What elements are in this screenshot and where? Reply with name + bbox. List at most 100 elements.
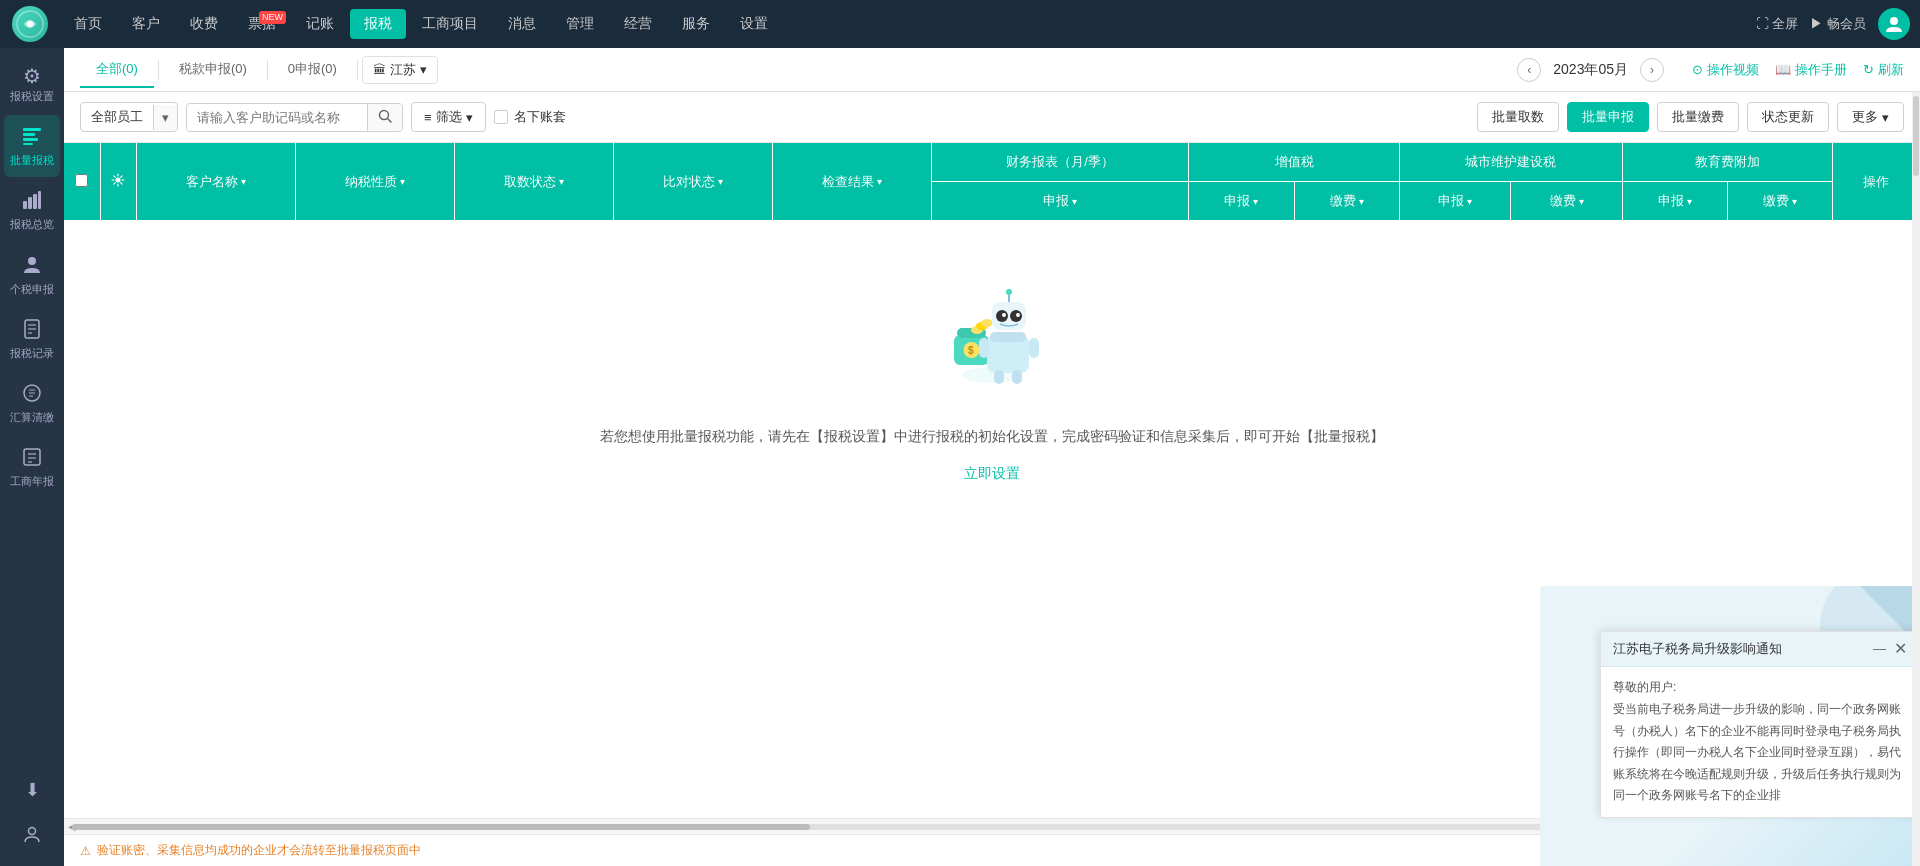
th-city-pay-filter[interactable]: 缴费 ▾ — [1550, 192, 1584, 210]
svg-rect-43 — [1029, 338, 1039, 358]
notification-content: 受当前电子税务局进一步升级的影响，同一个政务网账号（办税人）名下的企业不能再同时… — [1613, 699, 1907, 807]
th-fetch-status-filter[interactable]: 取数状态 ▾ — [504, 173, 564, 191]
tab-divider-2 — [267, 60, 268, 80]
nav-manage[interactable]: 管理 — [552, 9, 608, 39]
empty-state: $ — [64, 220, 1920, 543]
sidebar-item-annual-settlement[interactable]: 汇算清缴 — [4, 372, 60, 434]
status-update-button[interactable]: 状态更新 — [1747, 102, 1829, 132]
svg-rect-17 — [24, 449, 40, 465]
notification-salutation: 尊敬的用户: — [1613, 677, 1907, 699]
name-accounts-checkbox-label[interactable]: 名下账套 — [494, 108, 566, 126]
sidebar-item-annual-report[interactable]: 工商年报 — [4, 436, 60, 498]
th-edu-pay-filter[interactable]: 缴费 ▾ — [1763, 192, 1797, 210]
filter-label: 筛选 — [436, 108, 462, 126]
batch-pay-button[interactable]: 批量缴费 — [1657, 102, 1739, 132]
fullscreen-btn[interactable]: ⛶ 全屏 — [1756, 15, 1799, 33]
th-edu-declare: 申报 ▾ — [1622, 182, 1727, 221]
svg-point-37 — [1010, 310, 1022, 322]
th-city-declare-filter[interactable]: 申报 ▾ — [1438, 192, 1472, 210]
nav-operation[interactable]: 经营 — [610, 9, 666, 39]
tab-tax-declare[interactable]: 税款申报(0) — [163, 52, 263, 88]
employee-select[interactable]: 全部员工 ▾ — [80, 102, 178, 132]
employee-select-arrow-icon[interactable]: ▾ — [153, 105, 177, 130]
svg-rect-6 — [23, 143, 33, 145]
batch-declare-button[interactable]: 批量申报 — [1567, 102, 1649, 132]
compare-status-filter-icon: ▾ — [718, 176, 723, 187]
nav-bookkeeping[interactable]: 记账 — [292, 9, 348, 39]
search-input[interactable] — [187, 105, 367, 130]
svg-point-38 — [1002, 313, 1006, 317]
tax-nature-filter-icon: ▾ — [400, 176, 405, 187]
nav-invoice[interactable]: 票据 NEW — [234, 9, 290, 39]
th-financial-declare-filter[interactable]: 申报 ▾ — [1043, 192, 1077, 210]
th-group-education: 教育费附加 — [1622, 143, 1832, 182]
refresh-icon: ↻ — [1863, 62, 1874, 77]
province-selector[interactable]: 🏛 江苏 ▾ — [362, 56, 438, 84]
th-check-result-filter[interactable]: 检查结果 ▾ — [822, 173, 882, 191]
province-text: 江苏 — [390, 61, 416, 79]
vip-btn[interactable]: ▶ 畅会员 — [1810, 15, 1866, 33]
top-navigation: 首页 客户 收费 票据 NEW 记账 报税 工商项目 消息 管理 经营 服务 设… — [0, 0, 1920, 48]
nav-fee[interactable]: 收费 — [176, 9, 232, 39]
th-vat-pay-filter[interactable]: 缴费 ▾ — [1330, 192, 1364, 210]
notification-close-btn[interactable]: ✕ — [1894, 641, 1907, 657]
sidebar-item-tax-records[interactable]: 报税记录 — [4, 308, 60, 370]
th-edu-declare-filter[interactable]: 申报 ▾ — [1658, 192, 1692, 210]
svg-rect-3 — [23, 128, 41, 131]
sidebar-bottom: ⬇ — [4, 770, 60, 866]
th-customer-name-filter[interactable]: 客户名称 ▾ — [186, 173, 246, 191]
tab-all[interactable]: 全部(0) — [80, 52, 154, 88]
nav-message[interactable]: 消息 — [494, 9, 550, 39]
tab-right-actions: ⊙ 操作视频 📖 操作手册 ↻ 刷新 — [1692, 61, 1904, 79]
batch-tax-icon — [21, 125, 43, 150]
th-edu-pay: 缴费 ▾ — [1728, 182, 1832, 221]
data-table: 客户名称 ▾ 纳税性质 ▾ 取数状态 — [64, 143, 1920, 543]
nav-tax[interactable]: 报税 — [350, 9, 406, 39]
svg-rect-8 — [28, 197, 32, 209]
batch-fetch-button[interactable]: 批量取数 — [1477, 102, 1559, 132]
sidebar-item-personal-tax[interactable]: 个税申报 — [4, 244, 60, 306]
filter-button[interactable]: ≡ 筛选 ▾ — [411, 102, 486, 132]
user-avatar[interactable] — [1878, 8, 1910, 40]
app-logo[interactable] — [10, 4, 50, 44]
month-nav: ‹ 2023年05月 › — [1517, 58, 1664, 82]
sidebar: ⚙ 报税设置 批量报税 — [0, 48, 64, 866]
refresh-btn[interactable]: ↻ 刷新 — [1863, 61, 1904, 79]
th-tax-nature-filter[interactable]: 纳税性质 ▾ — [345, 173, 405, 191]
notification-panel: 江苏电子税务局升级影响通知 — ✕ 尊敬的用户: 受当前电子税务局进一步升级的影… — [1600, 631, 1920, 818]
more-button[interactable]: 更多 ▾ — [1837, 102, 1904, 132]
setup-link[interactable]: 立即设置 — [964, 465, 1020, 483]
th-vat-declare-filter[interactable]: 申报 ▾ — [1224, 192, 1258, 210]
th-vat-pay: 缴费 ▾ — [1294, 182, 1399, 221]
search-button[interactable] — [367, 104, 402, 131]
th-compare-status-filter[interactable]: 比对状态 ▾ — [663, 173, 723, 191]
select-all-checkbox[interactable] — [75, 174, 88, 187]
operation-manual-btn[interactable]: 📖 操作手册 — [1775, 61, 1847, 79]
nav-bizproject[interactable]: 工商项目 — [408, 9, 492, 39]
nav-customer[interactable]: 客户 — [118, 9, 174, 39]
sidebar-label-tax-records: 报税记录 — [10, 347, 54, 360]
notification-minimize-btn[interactable]: — — [1873, 641, 1886, 657]
month-next-btn[interactable]: › — [1640, 58, 1664, 82]
sidebar-user-btn[interactable] — [4, 814, 60, 854]
svg-point-39 — [1016, 313, 1020, 317]
nav-settings[interactable]: 设置 — [726, 9, 782, 39]
sidebar-item-tax-overview[interactable]: 报税总览 — [4, 179, 60, 241]
employee-select-text: 全部员工 — [81, 103, 153, 131]
sidebar-item-tax-settings[interactable]: ⚙ 报税设置 — [4, 56, 60, 113]
notification-body: 尊敬的用户: 受当前电子税务局进一步升级的影响，同一个政务网账号（办税人）名下的… — [1601, 667, 1919, 817]
fetch-status-filter-icon: ▾ — [559, 176, 564, 187]
svg-rect-9 — [33, 194, 37, 209]
sidebar-label-batch-tax: 批量报税 — [10, 154, 54, 167]
nav-service[interactable]: 服务 — [668, 9, 724, 39]
tab-divider-3 — [357, 60, 358, 80]
sidebar-label-personal-tax: 个税申报 — [10, 283, 54, 296]
sidebar-download-btn[interactable]: ⬇ — [4, 770, 60, 810]
th-group-city-construction: 城市维护建设税 — [1399, 143, 1622, 182]
right-scrollbar[interactable] — [1912, 92, 1920, 866]
operation-video-btn[interactable]: ⊙ 操作视频 — [1692, 61, 1759, 79]
month-prev-btn[interactable]: ‹ — [1517, 58, 1541, 82]
tab-zero-declare[interactable]: 0申报(0) — [272, 52, 353, 88]
nav-home[interactable]: 首页 — [60, 9, 116, 39]
sidebar-item-batch-tax[interactable]: 批量报税 — [4, 115, 60, 177]
